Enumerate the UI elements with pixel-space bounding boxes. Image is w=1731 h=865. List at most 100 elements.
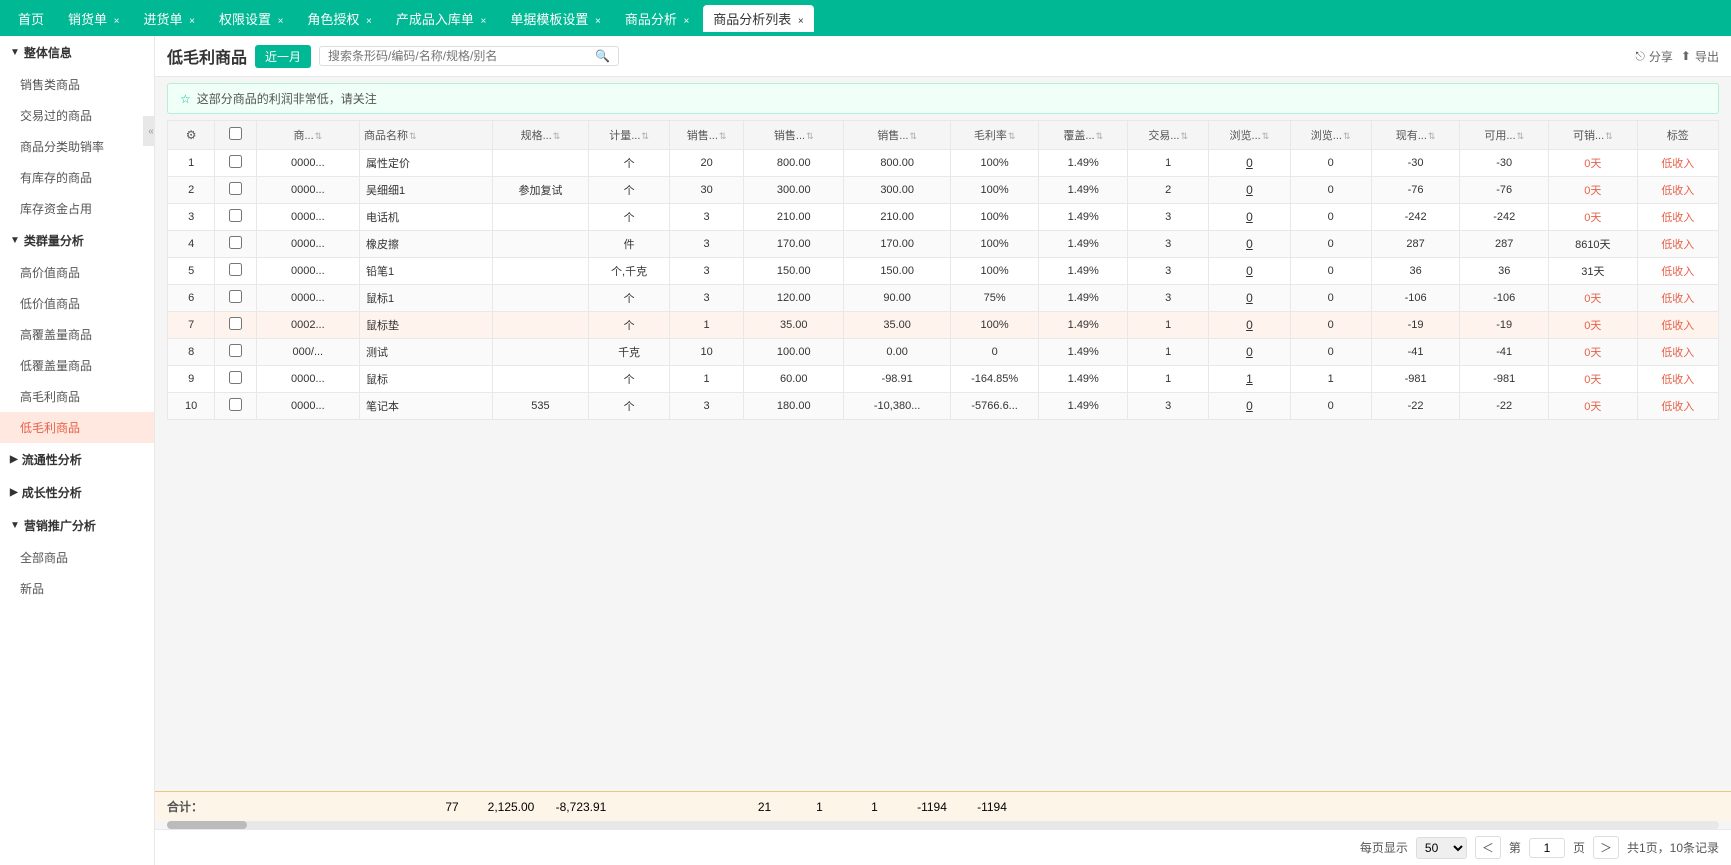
total-sale-qty: 77 bbox=[427, 800, 477, 814]
sidebar: ▼ 整体信息 销售类商品 交易过的商品 商品分类助销率 有库存的商品 库存资金占… bbox=[0, 36, 155, 865]
nav-close-sales[interactable]: × bbox=[114, 16, 120, 27]
row-checkbox[interactable] bbox=[215, 177, 256, 204]
nav-close-product[interactable]: × bbox=[481, 16, 487, 27]
nav-product-analysis[interactable]: 商品分析 × bbox=[615, 5, 699, 32]
browse1-link[interactable]: 0 bbox=[1246, 399, 1253, 413]
page-input[interactable] bbox=[1529, 838, 1565, 858]
browse1-link[interactable]: 0 bbox=[1246, 156, 1253, 170]
sidebar-item-low-coverage[interactable]: 低覆盖量商品 bbox=[0, 350, 154, 381]
next-page-button[interactable]: ＞ bbox=[1593, 836, 1619, 859]
row-trade: 1 bbox=[1128, 150, 1209, 177]
sidebar-group-marketing[interactable]: ▼ 营销推广分析 bbox=[0, 509, 154, 542]
browse1-link[interactable]: 0 bbox=[1246, 264, 1253, 278]
browse1-link[interactable]: 0 bbox=[1246, 318, 1253, 332]
sidebar-item-sales-products[interactable]: 销售类商品 bbox=[0, 69, 154, 100]
sidebar-collapse-button[interactable]: « bbox=[143, 116, 155, 146]
row-sale-price: 180.00 bbox=[744, 393, 844, 420]
nav-analysis-list[interactable]: 商品分析列表 × bbox=[703, 5, 813, 32]
row-checkbox[interactable] bbox=[215, 339, 256, 366]
row-select-checkbox[interactable] bbox=[229, 182, 242, 195]
table-row: 2 0000... 吴细细1 参加复试 个 30 300.00 300.00 1… bbox=[168, 177, 1719, 204]
row-sale-qty: 3 bbox=[670, 258, 744, 285]
row-checkbox[interactable] bbox=[215, 150, 256, 177]
sidebar-group-overview-label: 整体信息 bbox=[24, 44, 72, 61]
sidebar-item-category-rate[interactable]: 商品分类助销率 bbox=[0, 131, 154, 162]
nav-product-entry[interactable]: 产成品入库单 × bbox=[386, 5, 496, 32]
row-select-checkbox[interactable] bbox=[229, 371, 242, 384]
nav-permission[interactable]: 权限设置 × bbox=[209, 5, 293, 32]
sidebar-item-high-value[interactable]: 高价值商品 bbox=[0, 257, 154, 288]
browse1-link[interactable]: 0 bbox=[1246, 183, 1253, 197]
tag-badge: 低收入 bbox=[1661, 401, 1694, 413]
per-page-select[interactable]: 50 100 200 bbox=[1416, 837, 1467, 859]
row-checkbox[interactable] bbox=[215, 312, 256, 339]
browse1-link[interactable]: 0 bbox=[1246, 210, 1253, 224]
select-all-checkbox[interactable] bbox=[229, 127, 242, 140]
nav-sales-order[interactable]: 销货单 × bbox=[58, 5, 129, 32]
row-select-checkbox[interactable] bbox=[229, 398, 242, 411]
browse1-link[interactable]: 0 bbox=[1246, 291, 1253, 305]
sidebar-item-low-value[interactable]: 低价值商品 bbox=[0, 288, 154, 319]
nav-close-permission[interactable]: × bbox=[278, 16, 284, 27]
row-checkbox[interactable] bbox=[215, 366, 256, 393]
row-current: -41 bbox=[1371, 339, 1460, 366]
nav-close-role[interactable]: × bbox=[366, 16, 372, 27]
row-name: 测试 bbox=[360, 339, 493, 366]
row-select-checkbox[interactable] bbox=[229, 155, 242, 168]
row-name: 铅笔1 bbox=[360, 258, 493, 285]
row-unit: 个,千克 bbox=[588, 258, 669, 285]
row-checkbox[interactable] bbox=[215, 231, 256, 258]
total-sale-amount: -8,723.91 bbox=[545, 800, 617, 814]
row-select-checkbox[interactable] bbox=[229, 344, 242, 357]
per-page-label: 每页显示 bbox=[1360, 839, 1408, 856]
search-icon[interactable]: 🔍 bbox=[595, 49, 610, 63]
nav-close-purchase[interactable]: × bbox=[189, 16, 195, 27]
row-browse2: 1 bbox=[1290, 366, 1371, 393]
sidebar-group-cluster[interactable]: ▼ 类群量分析 bbox=[0, 224, 154, 257]
sidebar-item-low-margin[interactable]: 低毛利商品 bbox=[0, 412, 154, 443]
sidebar-group-growth[interactable]: ▶ 成长性分析 bbox=[0, 476, 154, 509]
row-browse1[interactable]: 1 bbox=[1209, 366, 1290, 393]
row-select-checkbox[interactable] bbox=[229, 209, 242, 222]
nav-purchase-order[interactable]: 进货单 × bbox=[133, 5, 204, 32]
th-settings[interactable]: ⚙ bbox=[168, 121, 215, 150]
sidebar-item-all-products[interactable]: 全部商品 bbox=[0, 542, 154, 573]
browse1-link[interactable]: 0 bbox=[1246, 345, 1253, 359]
period-button[interactable]: 近一月 bbox=[255, 45, 311, 68]
sidebar-item-stocked-products[interactable]: 有库存的商品 bbox=[0, 162, 154, 193]
nav-close-template[interactable]: × bbox=[595, 16, 601, 27]
row-checkbox[interactable] bbox=[215, 204, 256, 231]
sidebar-item-high-margin[interactable]: 高毛利商品 bbox=[0, 381, 154, 412]
share-button[interactable]: ⎋ 分享 bbox=[1635, 48, 1673, 65]
sidebar-item-traded-products[interactable]: 交易过的商品 bbox=[0, 100, 154, 131]
row-number: 8 bbox=[168, 339, 215, 366]
row-number: 10 bbox=[168, 393, 215, 420]
prev-page-button[interactable]: ＜ bbox=[1475, 836, 1501, 859]
row-select-checkbox[interactable] bbox=[229, 263, 242, 276]
browse1-link[interactable]: 0 bbox=[1246, 237, 1253, 251]
scrollbar-thumb[interactable] bbox=[167, 821, 247, 829]
row-select-checkbox[interactable] bbox=[229, 317, 242, 330]
nav-template-settings[interactable]: 单据模板设置 × bbox=[500, 5, 610, 32]
horizontal-scrollbar[interactable] bbox=[167, 821, 1719, 829]
nav-close-analysis-list[interactable]: × bbox=[798, 16, 804, 27]
export-button[interactable]: ⬆ 导出 bbox=[1681, 48, 1719, 65]
row-sale-amount: -10,380... bbox=[844, 393, 950, 420]
row-select-checkbox[interactable] bbox=[229, 236, 242, 249]
sidebar-group-overview[interactable]: ▼ 整体信息 bbox=[0, 36, 154, 69]
settings-icon[interactable]: ⚙ bbox=[186, 128, 197, 142]
nav-role-auth[interactable]: 角色授权 × bbox=[297, 5, 381, 32]
row-tag: 低收入 bbox=[1637, 258, 1718, 285]
row-checkbox[interactable] bbox=[215, 393, 256, 420]
sidebar-item-new-products[interactable]: 新品 bbox=[0, 573, 154, 604]
nav-close-analysis[interactable]: × bbox=[683, 16, 689, 27]
nav-home[interactable]: 首页 bbox=[8, 5, 54, 32]
row-select-checkbox[interactable] bbox=[229, 290, 242, 303]
row-checkbox[interactable] bbox=[215, 258, 256, 285]
sidebar-item-stock-capital[interactable]: 库存资金占用 bbox=[0, 193, 154, 224]
browse1-link[interactable]: 1 bbox=[1246, 372, 1253, 386]
row-checkbox[interactable] bbox=[215, 285, 256, 312]
sidebar-item-high-coverage[interactable]: 高覆盖量商品 bbox=[0, 319, 154, 350]
sidebar-group-flow[interactable]: ▶ 流通性分析 bbox=[0, 443, 154, 476]
search-input[interactable] bbox=[328, 49, 591, 63]
